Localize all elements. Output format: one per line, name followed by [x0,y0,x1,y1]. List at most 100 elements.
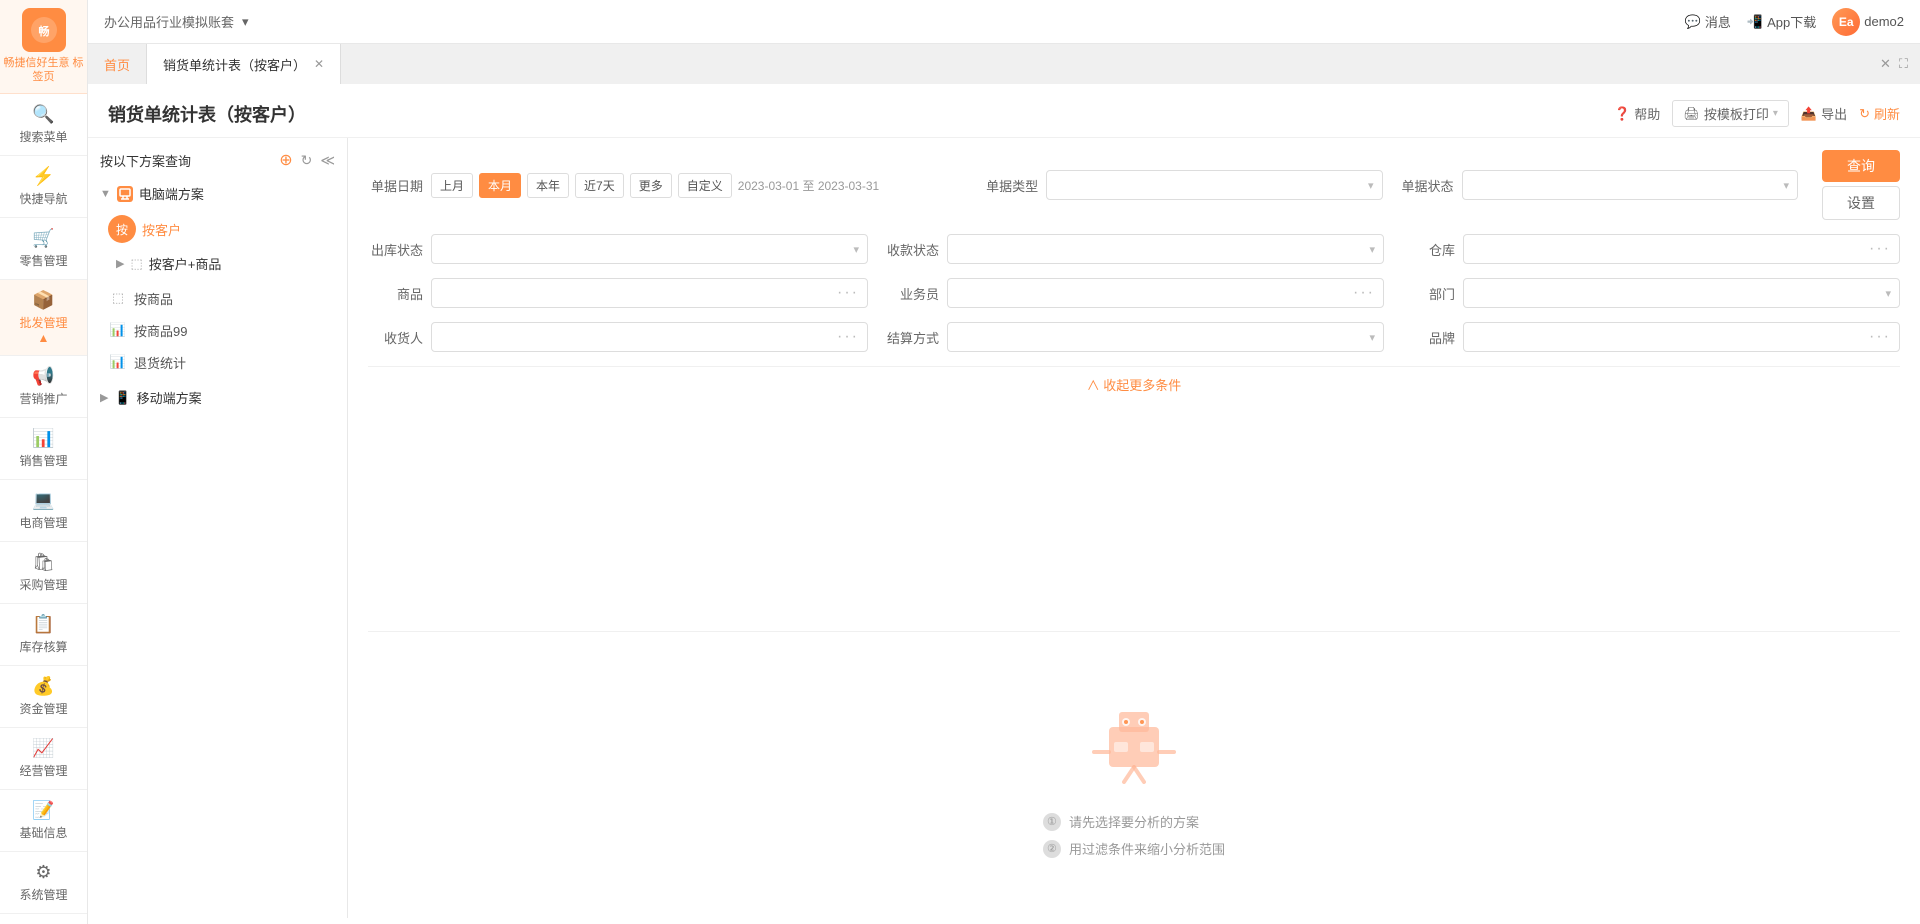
topbar: 办公用品行业模拟账套 ▾ 💬 消息 📲 App下载 Ea demo2 [88,0,1920,44]
sidebar-item-system[interactable]: ⚙ 系统管理 [0,852,87,914]
sidebar-item-wholesale[interactable]: 📦 批发管理 ▲ [0,280,87,356]
hint-num-2: ② [1043,840,1061,858]
empty-hints: ① 请先选择要分析的方案 ② 用过滤条件来缩小分析范围 [1043,812,1225,858]
purchase-icon: 🛍 [32,552,55,573]
order-type-select[interactable]: ▾ [1046,170,1382,200]
salesperson-label: 业务员 [884,284,939,303]
filter-row-4: 收货人 ··· 结算方式 [368,322,1900,352]
receive-status-select[interactable]: ▾ [947,234,1384,264]
sidebar-item-basic-info[interactable]: 📝 基础信息 [0,790,87,852]
department-select[interactable]: ▾ [1463,278,1900,308]
date-btn-custom[interactable]: 自定义 [678,173,732,198]
window-close-btn[interactable]: ✕ [1880,56,1891,72]
export-icon: 📤 [1801,106,1817,122]
print-btn[interactable]: 🖨 按模板打印 ▾ [1672,100,1789,127]
collapse-bar[interactable]: ∧ 收起更多条件 [368,366,1900,402]
payment-method-select[interactable]: ▾ [947,322,1384,352]
sidebar-item-ecommerce[interactable]: 💻 电商管理 [0,480,87,542]
salesperson-select[interactable]: ··· [947,278,1384,308]
date-btn-this-month[interactable]: 本月 [479,173,521,198]
receiver-dots-icon: ··· [837,328,859,346]
date-btn-7days[interactable]: 近7天 [575,173,624,198]
scheme-label-return: 退货统计 [134,353,186,372]
filter-panel-header: 按以下方案查询 ⊕ ↻ ≪ [88,150,347,178]
scheme-item-by-goods[interactable]: ⬚ 按商品 [88,282,347,314]
settings-btn[interactable]: 设置 [1822,186,1900,220]
date-range-value: 2023-03-01 至 2023-03-31 [738,177,879,194]
sidebar-item-label: 基础信息 [19,824,67,841]
order-status-arrow-icon: ▾ [1783,179,1789,192]
app-download-btn[interactable]: 📲 App下载 [1747,12,1816,31]
sidebar-item-retail[interactable]: 🛒 零售管理 [0,218,87,280]
out-status-arrow-icon: ▾ [853,243,859,256]
filter-item-out-status: 出库状态 ▾ [368,234,868,264]
warehouse-select[interactable]: ··· [1463,234,1900,264]
add-scheme-btn[interactable]: ⊕ [279,150,292,170]
date-btn-last-month[interactable]: 上月 [431,173,473,198]
tab-home[interactable]: 首页 [88,44,147,84]
receiver-select[interactable]: ··· [431,322,868,352]
sidebar-item-finance[interactable]: 💰 资金管理 [0,666,87,728]
empty-icon [1084,692,1184,792]
export-btn[interactable]: 📤 导出 [1801,104,1847,123]
sub-group-customer-goods[interactable]: ▶ ⬚ 按客户+商品 [88,249,347,278]
sidebar-item-enterprise-collab[interactable]: 🤝 企业协同 [0,914,87,924]
scheme-icon-goods99: 📊 [108,320,128,340]
salesperson-dots-icon: ··· [1353,284,1375,302]
scheme-item-return-stat[interactable]: 📊 退货统计 [88,346,347,378]
scheme-item-by-goods99[interactable]: 📊 按商品99 [88,314,347,346]
order-status-select[interactable]: ▾ [1462,170,1798,200]
out-status-select[interactable]: ▾ [431,234,868,264]
sidebar-item-label: 采购管理 [19,576,67,593]
salesperson-control: ··· [947,278,1384,308]
sidebar-item-quick-nav[interactable]: ⚡ 快捷导航 [0,156,87,218]
tab-sales-stat[interactable]: 销货单统计表（按客户） ✕ [147,44,341,84]
date-btn-this-year[interactable]: 本年 [527,173,569,198]
tab-close-btn[interactable]: ✕ [314,57,324,71]
collapse-panel-btn[interactable]: ≪ [320,152,335,169]
receive-status-control: ▾ [947,234,1384,264]
scheme-label-by-goods99: 按商品99 [134,321,187,340]
scheme-label-by-goods: 按商品 [134,289,173,308]
filter-item-brand: 品牌 ··· [1400,322,1900,352]
goods-select[interactable]: ··· [431,278,868,308]
mobile-group-icon: 📱 [114,390,130,406]
sidebar-item-sales[interactable]: 📊 销售管理 [0,418,87,480]
scheme-icon-return: 📊 [108,352,128,372]
tab-home-label: 首页 [104,55,130,74]
refresh-scheme-btn[interactable]: ↻ [301,152,313,169]
scheme-sub-group-customer-goods: ▶ ⬚ 按客户+商品 [88,249,347,278]
query-btn[interactable]: 查询 [1822,150,1900,182]
filter-item-order-type: 单据类型 ▾ [983,170,1382,200]
scheme-item-by-customer[interactable]: 按 按客户 [88,209,347,249]
desktop-group-header[interactable]: ▼ 电脑端方案 [88,178,347,209]
right-area: 单据日期 上月 本月 本年 近7天 更多 自定义 2023-03-01 至 20… [348,138,1920,918]
help-btn[interactable]: ❓ 帮助 [1614,104,1660,123]
help-label: 帮助 [1634,104,1660,123]
desktop-group-label: 电脑端方案 [139,184,204,203]
user-area[interactable]: Ea demo2 [1832,8,1904,36]
date-label: 单据日期 [368,176,423,195]
sidebar-item-marketing[interactable]: 📢 营销推广 [0,356,87,418]
sidebar-item-label: 批发管理 [19,314,67,331]
filter-row-3: 商品 ··· 业务员 [368,278,1900,308]
sidebar-item-search-menu[interactable]: 🔍 搜索菜单 [0,94,87,156]
message-btn[interactable]: 💬 消息 [1685,12,1731,31]
filter-item-order-status: 单据状态 ▾ [1399,170,1798,200]
retail-icon: 🛒 [32,228,54,249]
logo-area: 畅 畅捷信好生意 标签页 [0,0,87,94]
mobile-group-header[interactable]: ▶ 📱 移动端方案 [88,382,347,413]
goods-control: ··· [431,278,868,308]
sidebar-item-operation[interactable]: 📈 经营管理 [0,728,87,790]
brand-select[interactable]: ··· [1463,322,1900,352]
logo-text: 畅捷信好生意 标签页 [0,56,87,85]
sidebar-item-inventory[interactable]: 📋 库存核算 [0,604,87,666]
refresh-btn[interactable]: ↻ 刷新 [1859,104,1900,123]
order-type-label: 单据类型 [983,176,1038,195]
sidebar-item-purchase[interactable]: 🛍 采购管理 [0,542,87,604]
topbar-dropdown-icon[interactable]: ▾ [242,14,249,30]
page-actions: ❓ 帮助 🖨 按模板打印 ▾ 📤 导出 ↻ 刷新 [1614,100,1900,127]
date-btn-more[interactable]: 更多 [630,173,672,198]
hint-text-1: 请先选择要分析的方案 [1069,812,1199,831]
window-maximize-btn[interactable]: ⛶ [1899,56,1908,72]
